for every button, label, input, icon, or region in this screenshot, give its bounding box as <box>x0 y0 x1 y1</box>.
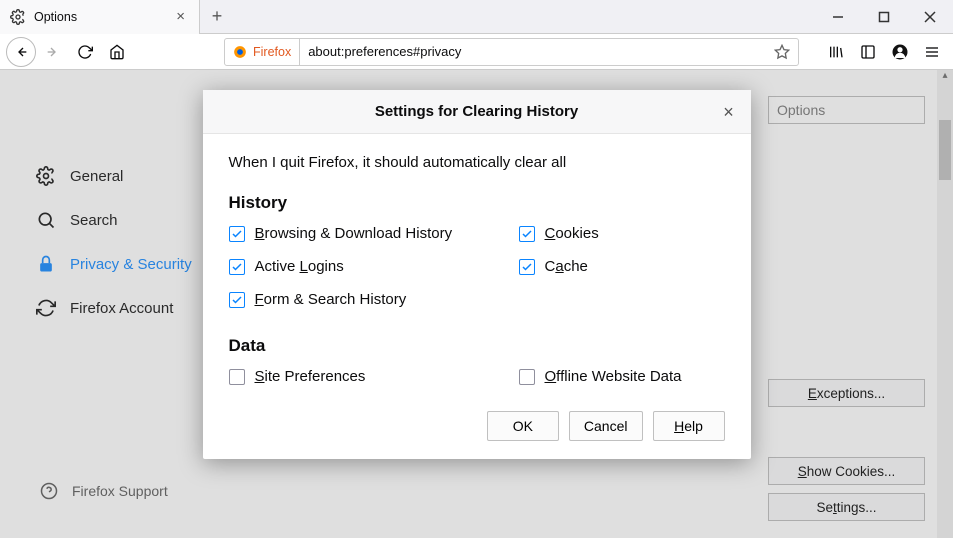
options-search-input[interactable]: Options <box>768 96 925 124</box>
category-sidebar: General Search Privacy & Security Firefo… <box>0 70 205 538</box>
help-icon <box>40 482 58 500</box>
forward-button[interactable] <box>38 37 68 67</box>
checkbox-icon <box>519 259 535 275</box>
gear-icon <box>36 166 56 186</box>
close-window-button[interactable] <box>907 0 953 34</box>
checkbox-site-preferences[interactable]: Site Preferences <box>229 368 519 385</box>
sync-icon <box>36 298 56 318</box>
profile-button[interactable] <box>885 37 915 67</box>
checkbox-form-history[interactable]: Form & Search History <box>229 291 519 308</box>
firefox-support-link[interactable]: Firefox Support <box>40 482 168 500</box>
cancel-button[interactable]: Cancel <box>569 411 643 441</box>
reload-button[interactable] <box>70 37 100 67</box>
dialog-footer: OK Cancel Help <box>203 411 751 459</box>
browser-tab[interactable]: Options × <box>0 0 200 34</box>
nav-toolbar: Firefox about:preferences#privacy <box>0 34 953 70</box>
checkbox-cache[interactable]: Cache <box>519 258 725 275</box>
search-icon <box>36 210 56 230</box>
lock-icon <box>36 254 56 274</box>
gear-icon <box>10 9 26 25</box>
new-tab-button[interactable]: + <box>200 6 234 27</box>
clear-history-dialog: Settings for Clearing History × When I q… <box>203 90 751 459</box>
right-column: Options Exceptions... Show Cookies... Se… <box>768 70 953 538</box>
app-menu-button[interactable] <box>917 37 947 67</box>
settings-button[interactable]: Settings... <box>768 493 925 521</box>
data-section-head: Data <box>229 336 725 356</box>
sidebar-item-label: Privacy & Security <box>70 256 192 273</box>
checkbox-icon <box>519 369 535 385</box>
exceptions-button[interactable]: Exceptions... <box>768 379 925 407</box>
checkbox-icon <box>229 259 245 275</box>
url-text: about:preferences#privacy <box>300 44 774 59</box>
dialog-close-button[interactable]: × <box>715 98 743 126</box>
firefox-logo-icon <box>233 45 247 59</box>
bookmark-star-icon[interactable] <box>774 44 790 60</box>
vertical-scrollbar[interactable] <box>937 70 953 538</box>
checkbox-cookies[interactable]: Cookies <box>519 225 725 242</box>
checkbox-icon <box>229 292 245 308</box>
sidebar-toggle-button[interactable] <box>853 37 883 67</box>
scrollbar-thumb[interactable] <box>939 120 951 180</box>
ok-button[interactable]: OK <box>487 411 559 441</box>
identity-label: Firefox <box>253 45 291 59</box>
home-button[interactable] <box>102 37 132 67</box>
support-label: Firefox Support <box>72 483 168 499</box>
sidebar-item-privacy[interactable]: Privacy & Security <box>36 242 205 286</box>
tab-close-icon[interactable]: × <box>172 8 189 25</box>
sidebar-item-label: Firefox Account <box>70 300 173 317</box>
checkbox-icon <box>229 226 245 242</box>
history-section-head: History <box>229 193 725 213</box>
back-button[interactable] <box>6 37 36 67</box>
checkbox-icon <box>229 369 245 385</box>
dialog-header: Settings for Clearing History × <box>203 90 751 134</box>
sidebar-item-search[interactable]: Search <box>36 198 205 242</box>
url-bar[interactable]: Firefox about:preferences#privacy <box>224 38 799 66</box>
window-controls <box>815 0 953 34</box>
show-cookies-button[interactable]: Show Cookies... <box>768 457 925 485</box>
library-button[interactable] <box>821 37 851 67</box>
checkbox-offline-data[interactable]: Offline Website Data <box>519 368 725 385</box>
maximize-button[interactable] <box>861 0 907 34</box>
help-button[interactable]: Help <box>653 411 725 441</box>
title-bar: Options × + <box>0 0 953 34</box>
minimize-button[interactable] <box>815 0 861 34</box>
checkbox-browsing-history[interactable]: Browsing & Download History <box>229 225 519 242</box>
dialog-intro-text: When I quit Firefox, it should automatic… <box>229 154 725 171</box>
identity-box[interactable]: Firefox <box>225 39 300 65</box>
sidebar-item-label: General <box>70 168 123 185</box>
sidebar-item-label: Search <box>70 212 118 229</box>
checkbox-active-logins[interactable]: Active Logins <box>229 258 519 275</box>
sidebar-item-account[interactable]: Firefox Account <box>36 286 205 330</box>
tab-title: Options <box>34 10 172 24</box>
dialog-title: Settings for Clearing History <box>375 103 578 120</box>
checkbox-icon <box>519 226 535 242</box>
sidebar-item-general[interactable]: General <box>36 154 205 198</box>
